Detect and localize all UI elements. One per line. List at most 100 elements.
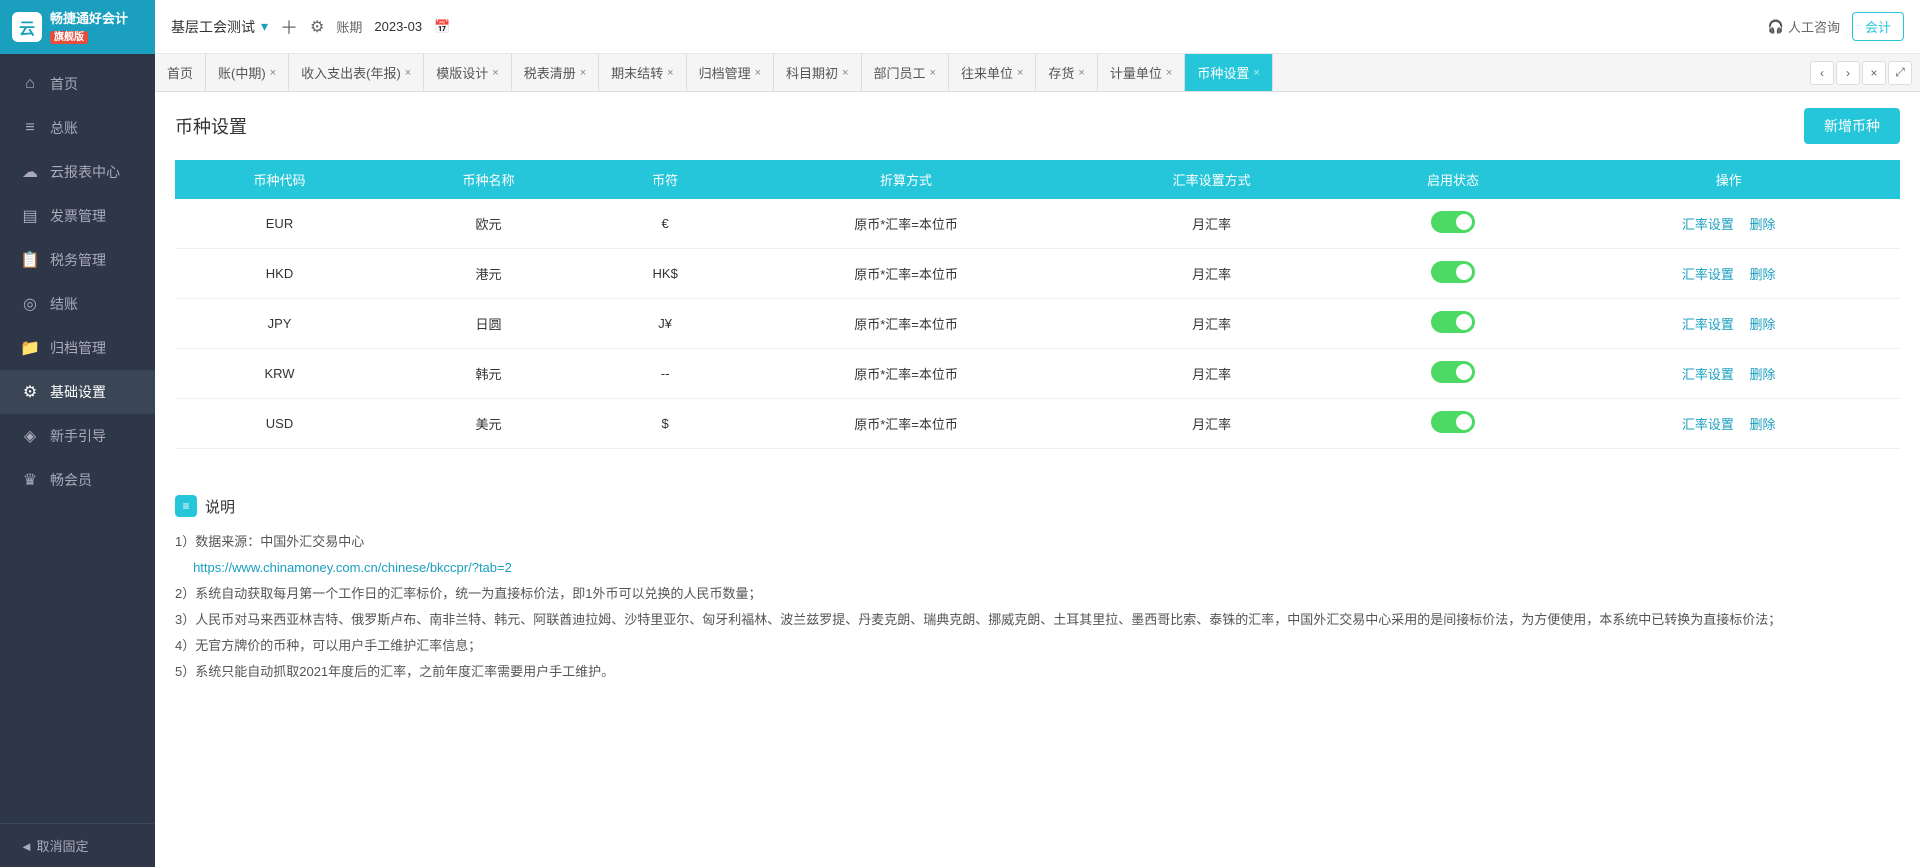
note-item: 3）人民币对马来西亚林吉特、俄罗斯卢布、南非兰特、韩元、阿联酋迪拉姆、沙特里亚尔… — [175, 607, 1900, 633]
tab-account-period[interactable]: 账(中期) × — [206, 54, 289, 91]
tab-dept-staff[interactable]: 部门员工 × — [862, 54, 949, 91]
sidebar-item-label: 畅会员 — [50, 470, 92, 490]
note-section: ≡ 说明 1）数据来源：中国外汇交易中心 https://www.chinamo… — [175, 479, 1900, 701]
delete-link[interactable]: 删除 — [1750, 317, 1776, 332]
sidebar-item-member[interactable]: ♛ 畅会员 — [0, 458, 155, 502]
sidebar-item-label: 基础设置 — [50, 382, 106, 402]
tab-close-icon[interactable]: × — [842, 67, 848, 79]
tab-close-icon[interactable]: × — [1078, 67, 1084, 79]
tab-close-icon[interactable]: × — [667, 67, 673, 79]
new-currency-button[interactable]: 新增币种 — [1804, 108, 1900, 144]
tab-close-icon[interactable]: × — [405, 67, 411, 79]
tab-template[interactable]: 模版设计 × — [424, 54, 511, 91]
help-button[interactable]: 🎧 人工咨询 — [1768, 17, 1840, 36]
period-value: 2023-03 — [374, 19, 422, 34]
tab-unit[interactable]: 计量单位 × — [1098, 54, 1185, 91]
sidebar-item-label: 发票管理 — [50, 206, 106, 226]
sidebar-item-home[interactable]: ⌂ 首页 — [0, 62, 155, 106]
rate-setting-link[interactable]: 汇率设置 — [1682, 217, 1734, 232]
logo-name: 畅捷通好会计 — [50, 11, 128, 27]
note-icon: ≡ — [175, 495, 197, 517]
tab-inventory[interactable]: 存货 × — [1036, 54, 1097, 91]
cell-action: 汇率设置 删除 — [1557, 299, 1900, 349]
tab-prev-button[interactable]: ‹ — [1810, 61, 1834, 85]
sidebar-item-basic[interactable]: ⚙ 基础设置 — [0, 370, 155, 414]
tab-close-icon[interactable]: × — [1017, 67, 1023, 79]
sidebar-pin-toggle[interactable]: ◄ 取消固定 — [0, 823, 155, 867]
enabled-toggle[interactable] — [1431, 361, 1475, 383]
note-list: 1）数据来源：中国外汇交易中心 https://www.chinamoney.c… — [175, 529, 1900, 685]
company-name: 基层工会测试 ▾ — [171, 17, 268, 37]
member-icon: ♛ — [20, 470, 40, 490]
delete-link[interactable]: 删除 — [1750, 267, 1776, 282]
tab-income[interactable]: 收入支出表(年报) × — [289, 54, 424, 91]
company-dropdown-icon[interactable]: ▾ — [261, 18, 268, 35]
tab-close-icon[interactable]: × — [755, 67, 761, 79]
cell-name: 港元 — [384, 249, 593, 299]
tab-close-icon[interactable]: × — [1166, 67, 1172, 79]
tab-subject-init[interactable]: 科目期初 × — [774, 54, 861, 91]
tab-close-icon[interactable]: × — [580, 67, 586, 79]
table-row: EUR 欧元 € 原币*汇率=本位币 月汇率 汇率设置 删除 — [175, 199, 1900, 249]
cell-action: 汇率设置 删除 — [1557, 399, 1900, 449]
sidebar-item-tax[interactable]: 📋 税务管理 — [0, 238, 155, 282]
gear-icon[interactable]: ⚙ — [310, 17, 324, 37]
enabled-toggle[interactable] — [1431, 211, 1475, 233]
cell-status — [1348, 399, 1557, 449]
delete-link[interactable]: 删除 — [1750, 417, 1776, 432]
tab-period-close[interactable]: 期末结转 × — [599, 54, 686, 91]
col-header-name: 币种名称 — [384, 160, 593, 199]
rate-setting-link[interactable]: 汇率设置 — [1682, 367, 1734, 382]
col-header-action: 操作 — [1557, 160, 1900, 199]
delete-link[interactable]: 删除 — [1750, 217, 1776, 232]
cell-rate-type: 月汇率 — [1075, 199, 1349, 249]
note-title: 说明 — [205, 496, 235, 517]
sidebar-item-reports[interactable]: ☁ 云报表中心 — [0, 150, 155, 194]
cell-symbol: € — [593, 199, 737, 249]
tab-next-button[interactable]: › — [1836, 61, 1860, 85]
tab-close-icon[interactable]: × — [1253, 67, 1259, 79]
tab-home[interactable]: 首页 — [155, 54, 206, 91]
add-tab-button[interactable]: ＋ — [280, 14, 298, 40]
cell-calc: 原币*汇率=本位币 — [737, 349, 1074, 399]
cell-code: EUR — [175, 199, 384, 249]
cell-status — [1348, 199, 1557, 249]
note-link[interactable]: https://www.chinamoney.com.cn/chinese/bk… — [193, 560, 512, 575]
sidebar-item-ledger[interactable]: ≡ 总账 — [0, 106, 155, 150]
tab-tax-table[interactable]: 税表清册 × — [512, 54, 599, 91]
page-header: 币种设置 新增币种 — [175, 108, 1900, 144]
delete-link[interactable]: 删除 — [1750, 367, 1776, 382]
enabled-toggle[interactable] — [1431, 311, 1475, 333]
tab-archive[interactable]: 归档管理 × — [687, 54, 774, 91]
cell-calc: 原币*汇率=本位币 — [737, 249, 1074, 299]
tab-expand-button[interactable]: ⤢ — [1888, 61, 1912, 85]
col-header-rate-type: 汇率设置方式 — [1075, 160, 1349, 199]
tab-close-icon[interactable]: × — [270, 67, 276, 79]
guide-icon: ◈ — [20, 426, 40, 446]
col-header-code: 币种代码 — [175, 160, 384, 199]
rate-setting-link[interactable]: 汇率设置 — [1682, 317, 1734, 332]
tab-customer[interactable]: 往来单位 × — [949, 54, 1036, 91]
cell-rate-type: 月汇率 — [1075, 299, 1349, 349]
sidebar-item-guide[interactable]: ◈ 新手引导 — [0, 414, 155, 458]
enabled-toggle[interactable] — [1431, 411, 1475, 433]
calendar-icon[interactable]: 📅 — [434, 19, 450, 35]
sidebar-item-settlement[interactable]: ◎ 结账 — [0, 282, 155, 326]
tab-currency[interactable]: 币种设置 × — [1185, 54, 1272, 91]
enabled-toggle[interactable] — [1431, 261, 1475, 283]
rate-setting-link[interactable]: 汇率设置 — [1682, 267, 1734, 282]
account-button[interactable]: 会计 — [1852, 12, 1904, 41]
sidebar-item-archive[interactable]: 📁 归档管理 — [0, 326, 155, 370]
tab-close-all-button[interactable]: × — [1862, 61, 1886, 85]
rate-setting-link[interactable]: 汇率设置 — [1682, 417, 1734, 432]
note-item: 1）数据来源：中国外汇交易中心 — [175, 529, 1900, 555]
logo-sub: 旗舰版 — [50, 31, 88, 44]
tab-close-icon[interactable]: × — [492, 67, 498, 79]
tab-close-icon[interactable]: × — [930, 67, 936, 79]
sidebar-item-label: 云报表中心 — [50, 162, 120, 182]
sidebar-item-invoice[interactable]: ▤ 发票管理 — [0, 194, 155, 238]
col-header-status: 启用状态 — [1348, 160, 1557, 199]
cell-calc: 原币*汇率=本位币 — [737, 299, 1074, 349]
home-icon: ⌂ — [20, 75, 40, 93]
cell-action: 汇率设置 删除 — [1557, 249, 1900, 299]
